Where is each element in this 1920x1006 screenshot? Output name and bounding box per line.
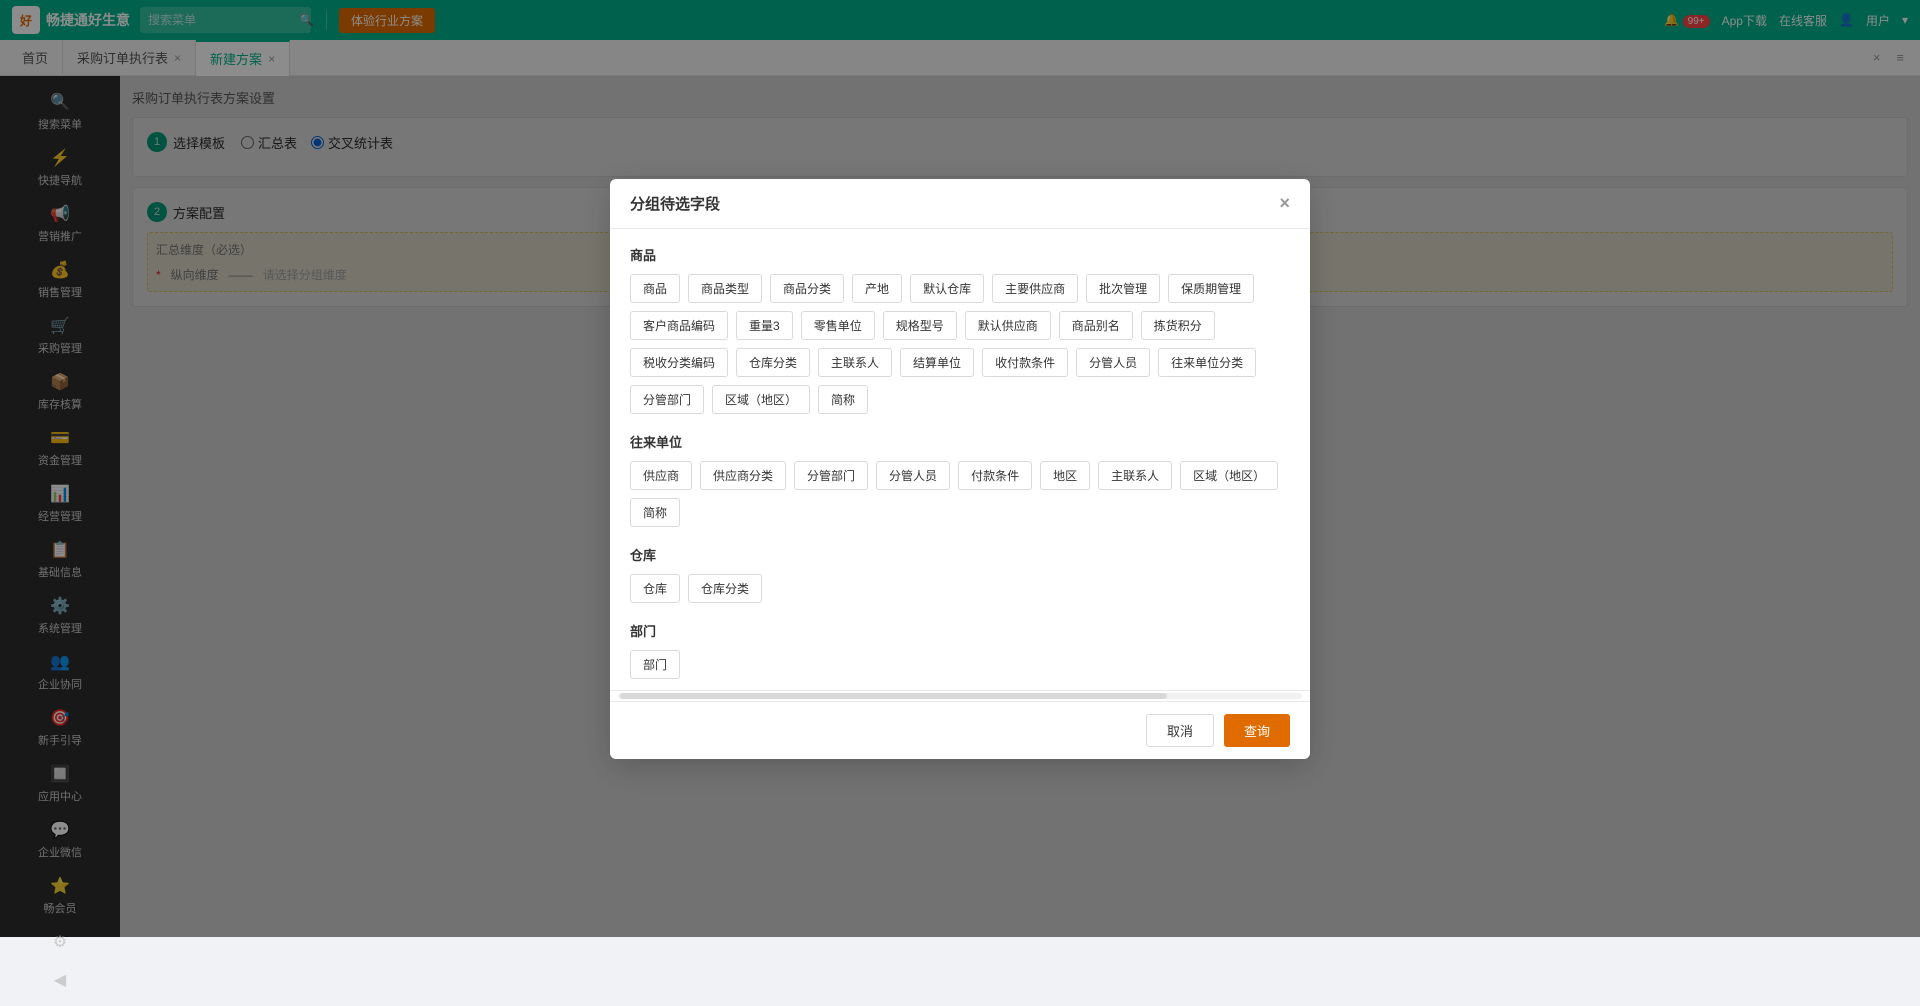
field-tag[interactable]: 付款条件 — [958, 461, 1032, 490]
field-tag[interactable]: 分管部门 — [794, 461, 868, 490]
field-tag[interactable]: 分管人员 — [1076, 348, 1150, 377]
field-tag[interactable]: 区域（地区） — [1180, 461, 1278, 490]
section-product-title: 商品 — [630, 245, 1290, 264]
dept-fields-grid: 部门 — [630, 650, 1290, 679]
sidebar-collapse[interactable]: ◀ — [0, 962, 120, 998]
field-tag[interactable]: 仓库 — [630, 574, 680, 603]
modal-header: 分组待选字段 × — [610, 179, 1310, 229]
collapse-icon: ◀ — [50, 970, 70, 990]
section-warehouse-title: 仓库 — [630, 545, 1290, 564]
field-tag[interactable]: 结算单位 — [900, 348, 974, 377]
field-tag[interactable]: 产地 — [852, 274, 902, 303]
warehouse-fields-grid: 仓库 仓库分类 — [630, 574, 1290, 603]
product-fields-grid: 商品 商品类型 商品分类 产地 默认仓库 主要供应商 批次管理 保质期管理 客户… — [630, 274, 1290, 414]
field-tag[interactable]: 简称 — [818, 385, 868, 414]
field-tag[interactable]: 拣货积分 — [1141, 311, 1215, 340]
field-tag[interactable]: 主要供应商 — [992, 274, 1078, 303]
field-tag[interactable]: 商品 — [630, 274, 680, 303]
modal-title: 分组待选字段 — [630, 193, 720, 214]
field-tag[interactable]: 税收分类编码 — [630, 348, 728, 377]
field-tag[interactable]: 重量3 — [736, 311, 793, 340]
section-partner: 往来单位 供应商 供应商分类 分管部门 分管人员 付款条件 地区 主联系人 区域… — [630, 432, 1290, 527]
section-partner-title: 往来单位 — [630, 432, 1290, 451]
field-tag[interactable]: 商品别名 — [1059, 311, 1133, 340]
field-tag[interactable]: 主联系人 — [818, 348, 892, 377]
partner-fields-grid: 供应商 供应商分类 分管部门 分管人员 付款条件 地区 主联系人 区域（地区） … — [630, 461, 1290, 527]
field-tag[interactable]: 仓库分类 — [688, 574, 762, 603]
section-product: 商品 商品 商品类型 商品分类 产地 默认仓库 主要供应商 批次管理 保质期管理… — [630, 245, 1290, 414]
field-tag[interactable]: 批次管理 — [1086, 274, 1160, 303]
field-tag[interactable]: 供应商分类 — [700, 461, 786, 490]
section-dept-title: 部门 — [630, 621, 1290, 640]
field-tag[interactable]: 默认供应商 — [965, 311, 1051, 340]
field-tag[interactable]: 商品分类 — [770, 274, 844, 303]
field-tag[interactable]: 默认仓库 — [910, 274, 984, 303]
field-tag[interactable]: 零售单位 — [801, 311, 875, 340]
field-tag[interactable]: 分管部门 — [630, 385, 704, 414]
field-tag[interactable]: 客户商品编码 — [630, 311, 728, 340]
modal-hscroll[interactable] — [610, 690, 1310, 700]
field-tag[interactable]: 区域（地区） — [712, 385, 810, 414]
field-select-modal: 分组待选字段 × 商品 商品 商品类型 商品分类 产地 默认仓库 主要供应商 批… — [610, 179, 1310, 759]
section-warehouse: 仓库 仓库 仓库分类 — [630, 545, 1290, 603]
field-tag[interactable]: 主联系人 — [1098, 461, 1172, 490]
modal-close-btn[interactable]: × — [1279, 194, 1290, 212]
cancel-button[interactable]: 取消 — [1146, 714, 1214, 747]
modal-backdrop: 分组待选字段 × 商品 商品 商品类型 商品分类 产地 默认仓库 主要供应商 批… — [0, 0, 1920, 937]
section-dept: 部门 部门 — [630, 621, 1290, 679]
field-tag[interactable]: 分管人员 — [876, 461, 950, 490]
field-tag[interactable]: 收付款条件 — [982, 348, 1068, 377]
field-tag[interactable]: 保质期管理 — [1168, 274, 1254, 303]
field-tag[interactable]: 部门 — [630, 650, 680, 679]
field-tag[interactable]: 地区 — [1040, 461, 1090, 490]
field-tag[interactable]: 仓库分类 — [736, 348, 810, 377]
field-tag[interactable]: 商品类型 — [688, 274, 762, 303]
field-tag[interactable]: 往来单位分类 — [1158, 348, 1256, 377]
modal-footer: 取消 查询 — [610, 701, 1310, 759]
field-tag[interactable]: 简称 — [630, 498, 680, 527]
modal-body: 商品 商品 商品类型 商品分类 产地 默认仓库 主要供应商 批次管理 保质期管理… — [610, 229, 1310, 691]
field-tag[interactable]: 供应商 — [630, 461, 692, 490]
confirm-button[interactable]: 查询 — [1224, 714, 1290, 747]
field-tag[interactable]: 规格型号 — [883, 311, 957, 340]
